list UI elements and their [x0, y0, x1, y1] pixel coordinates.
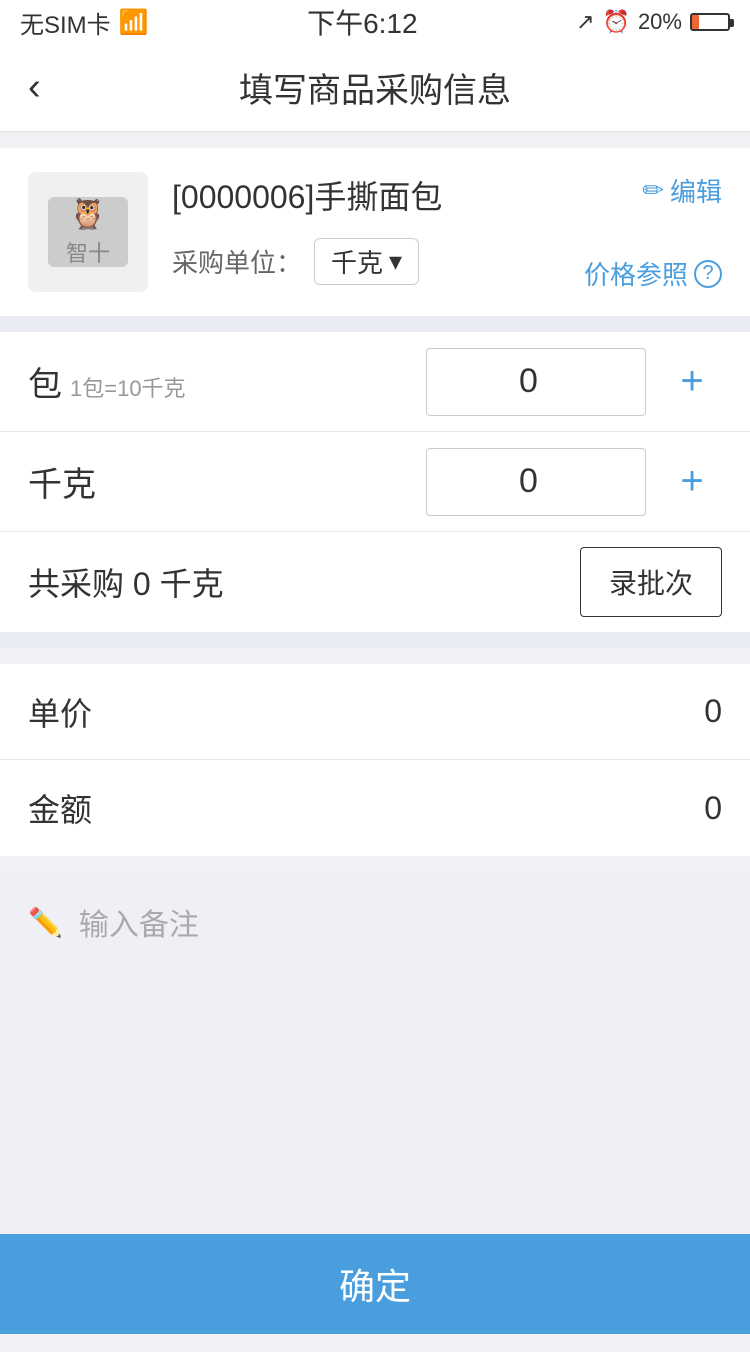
- product-logo-text: 智十: [66, 236, 110, 268]
- price-reference-button[interactable]: 价格参照 ?: [584, 255, 722, 292]
- kilogram-input-row: 千克 +: [0, 432, 750, 532]
- status-bar: 无SIM卡 📶 下午6:12 ↗ ⏰ 20%: [0, 0, 750, 44]
- carrier-label: 无SIM卡: [20, 5, 111, 40]
- unit-label: 采购单位：: [172, 243, 302, 280]
- price-info-section: 单价 0 金额 0: [0, 664, 750, 856]
- wifi-icon: 📶: [119, 8, 149, 37]
- unit-select[interactable]: 千克 ▾: [314, 238, 419, 285]
- unit-price-label: 单价: [28, 689, 92, 735]
- package-plus-button[interactable]: +: [662, 348, 722, 416]
- edit-label: 编辑: [670, 172, 722, 209]
- status-time: 下午6:12: [307, 2, 418, 42]
- package-label: 包 1包=10千克: [28, 357, 188, 406]
- dropdown-arrow-icon: ▾: [389, 246, 402, 277]
- info-icon: ?: [694, 260, 722, 288]
- edit-icon: ✏: [642, 175, 664, 206]
- section-divider-1: [0, 316, 750, 332]
- battery-percentage: 20%: [638, 9, 682, 35]
- battery-icon: [690, 13, 730, 31]
- section-divider-2: [0, 632, 750, 648]
- package-input[interactable]: [426, 348, 646, 416]
- unit-price-row: 单价 0: [0, 664, 750, 760]
- amount-row: 金额 0: [0, 760, 750, 856]
- kilogram-input[interactable]: [426, 448, 646, 516]
- kilogram-label-main: 千克: [28, 457, 96, 506]
- unit-value: 千克: [331, 243, 383, 280]
- unit-price-value: 0: [704, 693, 722, 730]
- page-title: 填写商品采购信息: [239, 63, 511, 112]
- kilogram-plus-button[interactable]: +: [662, 448, 722, 516]
- notes-placeholder: 输入备注: [79, 900, 199, 944]
- amount-value: 0: [704, 790, 722, 827]
- amount-label: 金额: [28, 785, 92, 831]
- summary-row: 共采购 0 千克 录批次: [0, 532, 750, 632]
- price-ref-label: 价格参照: [584, 255, 688, 292]
- kilogram-label: 千克: [28, 457, 188, 506]
- total-purchase-text: 共采购 0 千克: [28, 559, 224, 605]
- edit-button[interactable]: ✏ 编辑: [642, 172, 722, 209]
- pencil-icon: ✏️: [28, 906, 63, 939]
- product-logo-icon: 🦉: [69, 197, 106, 232]
- notes-section[interactable]: ✏️ 输入备注: [0, 872, 750, 972]
- package-label-sub: 1包=10千克: [70, 371, 186, 403]
- status-right: ↗ ⏰ 20%: [576, 9, 730, 35]
- batch-record-button[interactable]: 录批次: [580, 547, 722, 617]
- alarm-icon: ⏰: [603, 9, 630, 35]
- product-name: [0000006]手撕面包: [172, 172, 722, 218]
- package-label-main: 包: [28, 357, 62, 406]
- package-input-wrap: +: [426, 348, 722, 416]
- product-card: 🦉 智十 [0000006]手撕面包 采购单位： 千克 ▾ ✏ 编辑 价格参照 …: [0, 148, 750, 316]
- nav-bar: ‹ 填写商品采购信息: [0, 44, 750, 132]
- quantity-input-section: 包 1包=10千克 + 千克 +: [0, 332, 750, 532]
- location-icon: ↗: [576, 9, 594, 35]
- kilogram-input-wrap: +: [426, 448, 722, 516]
- product-thumbnail: 🦉 智十: [28, 172, 148, 292]
- confirm-button[interactable]: 确定: [0, 1234, 750, 1334]
- back-button[interactable]: ‹: [28, 66, 41, 109]
- status-left: 无SIM卡 📶: [20, 5, 149, 40]
- package-input-row: 包 1包=10千克 +: [0, 332, 750, 432]
- bottom-space: [0, 972, 750, 1252]
